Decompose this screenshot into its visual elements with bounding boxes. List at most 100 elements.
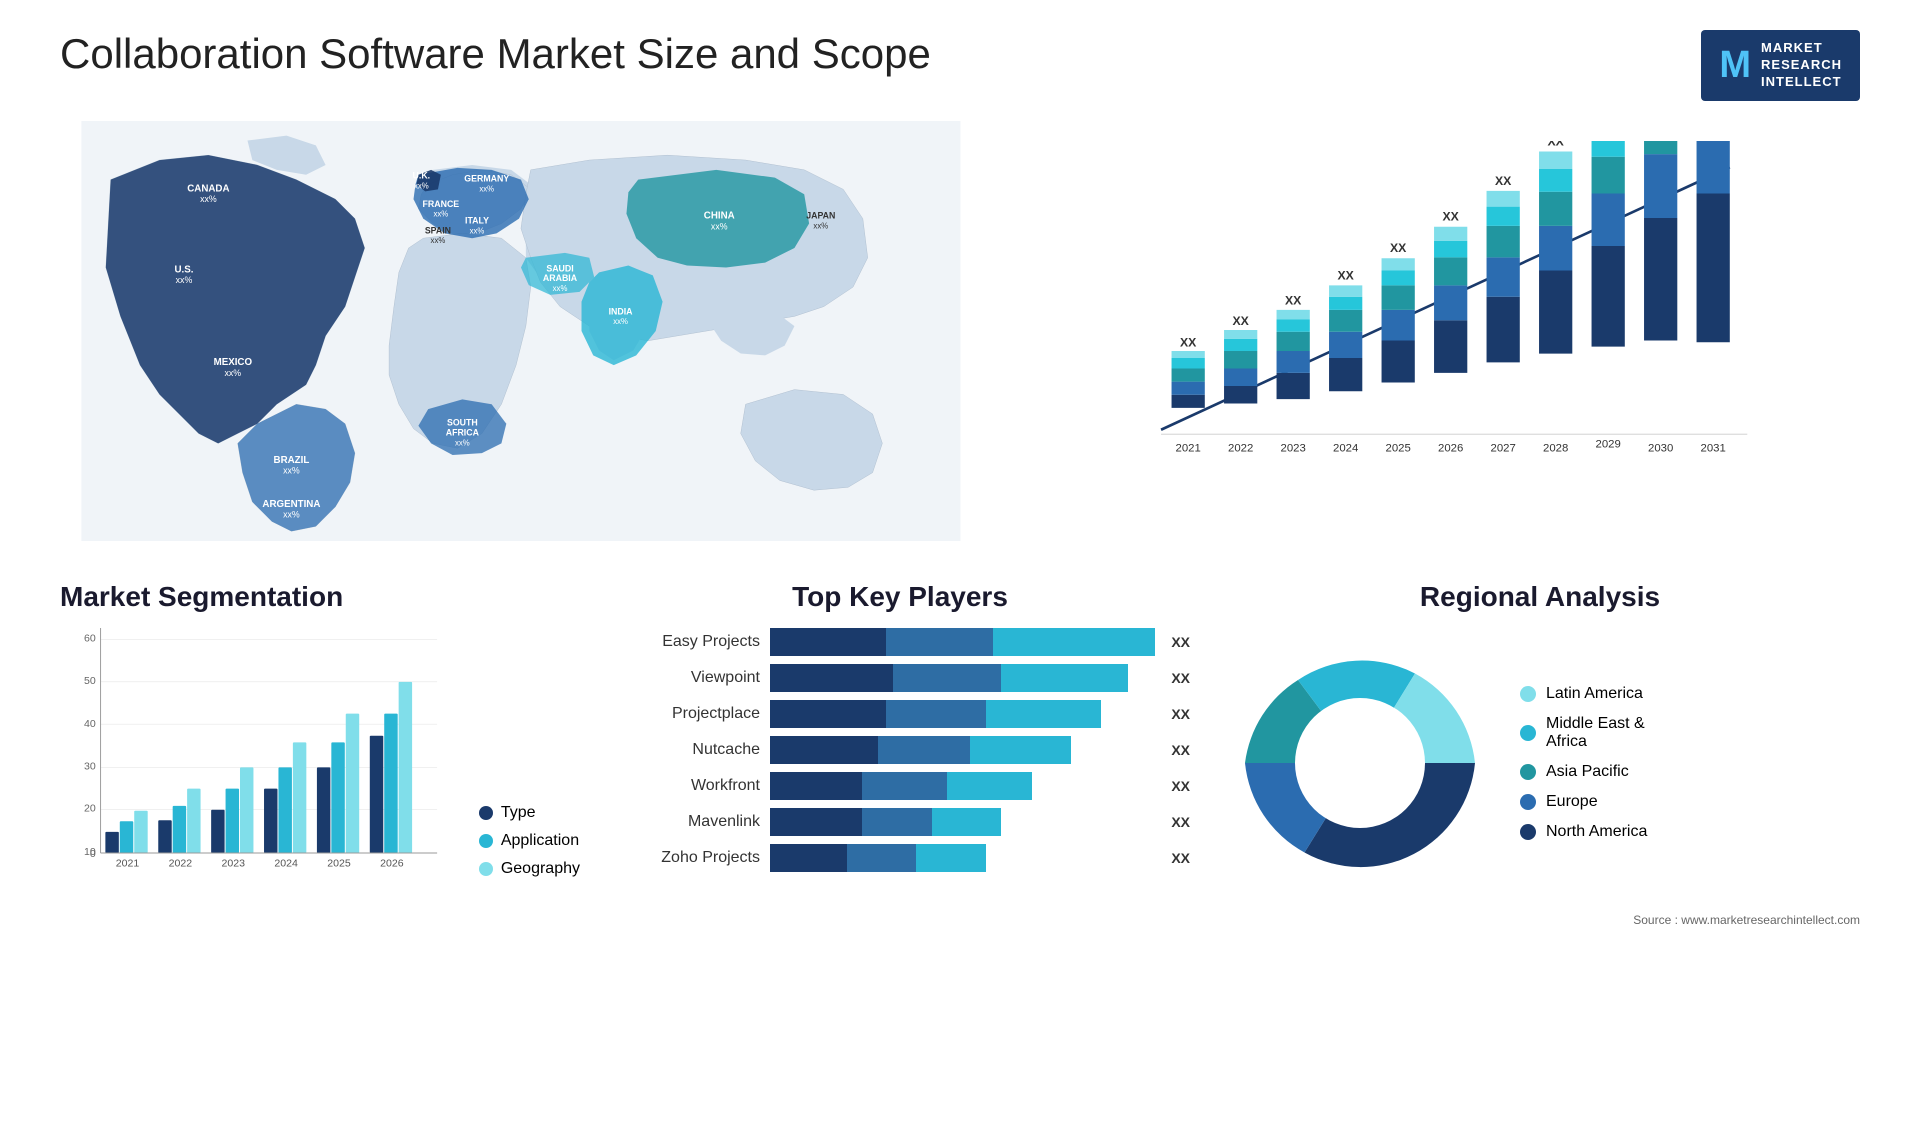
svg-text:XX: XX bbox=[1442, 209, 1459, 223]
svg-text:SOUTH: SOUTH bbox=[447, 417, 478, 427]
bar-seg3 bbox=[932, 808, 1001, 836]
legend-north-america: North America bbox=[1520, 823, 1647, 841]
regional-legend: Latin America Middle East &Africa Asia P… bbox=[1520, 685, 1647, 841]
svg-text:XX: XX bbox=[1390, 241, 1407, 255]
north-america-dot bbox=[1520, 824, 1536, 840]
bar-chart-container: XX 2021 XX 2022 bbox=[1022, 121, 1860, 541]
bar-seg2 bbox=[862, 772, 947, 800]
bar-seg1 bbox=[770, 628, 886, 656]
svg-text:BRAZIL: BRAZIL bbox=[274, 455, 310, 466]
bar-seg3 bbox=[970, 736, 1070, 764]
logo-area: M MARKET RESEARCH INTELLECT bbox=[1701, 30, 1860, 101]
svg-text:xx%: xx% bbox=[455, 438, 470, 447]
svg-text:2021: 2021 bbox=[116, 857, 140, 869]
legend-mea: Middle East &Africa bbox=[1520, 715, 1647, 751]
svg-text:xx%: xx% bbox=[553, 284, 568, 293]
legend-type-label: Type bbox=[501, 804, 536, 822]
svg-text:xx%: xx% bbox=[283, 509, 300, 519]
svg-text:xx%: xx% bbox=[225, 368, 242, 378]
bar-seg3 bbox=[916, 844, 985, 872]
top-section: CANADA xx% U.S. xx% MEXICO xx% BRAZIL xx… bbox=[60, 121, 1860, 551]
player-row: Projectplace XX bbox=[610, 700, 1190, 728]
svg-text:ARGENTINA: ARGENTINA bbox=[262, 498, 320, 509]
svg-text:FRANCE: FRANCE bbox=[423, 199, 460, 209]
svg-text:CHINA: CHINA bbox=[704, 210, 735, 221]
world-map: CANADA xx% U.S. xx% MEXICO xx% BRAZIL xx… bbox=[60, 121, 982, 541]
page-container: Collaboration Software Market Size and S… bbox=[0, 0, 1920, 1146]
svg-text:60: 60 bbox=[84, 632, 96, 644]
logo-m-icon: M bbox=[1719, 44, 1751, 87]
bar-seg2 bbox=[847, 844, 916, 872]
bar-seg3 bbox=[1001, 664, 1128, 692]
svg-text:xx%: xx% bbox=[613, 317, 628, 326]
svg-text:xx%: xx% bbox=[200, 194, 217, 204]
bar-seg2 bbox=[886, 700, 986, 728]
svg-text:2027: 2027 bbox=[1490, 442, 1515, 454]
seg-chart-container: 60 50 40 30 20 10 bbox=[60, 628, 580, 878]
svg-text:2024: 2024 bbox=[1333, 442, 1358, 454]
north-america-label: North America bbox=[1546, 823, 1647, 841]
svg-text:XX: XX bbox=[1232, 313, 1249, 327]
svg-text:ARABIA: ARABIA bbox=[543, 273, 578, 283]
player-bar-wrap bbox=[770, 844, 1155, 872]
bar-seg1 bbox=[770, 772, 862, 800]
svg-text:SPAIN: SPAIN bbox=[425, 225, 451, 235]
legend-type: Type bbox=[479, 804, 580, 822]
svg-text:XX: XX bbox=[1495, 173, 1512, 187]
donut-svg bbox=[1220, 623, 1500, 903]
svg-text:30: 30 bbox=[84, 760, 96, 772]
svg-text:2031: 2031 bbox=[1700, 442, 1725, 454]
growth-bar-chart-svg: XX 2021 XX 2022 bbox=[1042, 141, 1840, 491]
svg-text:0: 0 bbox=[90, 848, 96, 860]
svg-text:xx%: xx% bbox=[431, 236, 446, 245]
svg-text:CANADA: CANADA bbox=[187, 183, 229, 194]
application-dot bbox=[479, 834, 493, 848]
svg-text:2022: 2022 bbox=[169, 857, 193, 869]
svg-text:2021: 2021 bbox=[1175, 442, 1200, 454]
player-label: XX bbox=[1171, 706, 1190, 722]
player-label: XX bbox=[1171, 742, 1190, 758]
svg-text:GERMANY: GERMANY bbox=[464, 173, 509, 183]
svg-text:U.K.: U.K. bbox=[413, 170, 431, 180]
svg-text:AFRICA: AFRICA bbox=[446, 427, 480, 437]
legend-application: Application bbox=[479, 832, 580, 850]
player-row: Workfront XX bbox=[610, 772, 1190, 800]
seg-legend: Type Application Geography bbox=[469, 804, 580, 878]
svg-text:20: 20 bbox=[84, 802, 96, 814]
player-name: Nutcache bbox=[610, 741, 760, 759]
player-label: XX bbox=[1171, 778, 1190, 794]
svg-text:2023: 2023 bbox=[1280, 442, 1305, 454]
svg-text:2026: 2026 bbox=[380, 857, 404, 869]
asia-pacific-dot bbox=[1520, 764, 1536, 780]
player-name: Easy Projects bbox=[610, 633, 760, 651]
players-list: Easy Projects XX Viewpoint bbox=[610, 628, 1190, 872]
player-bar bbox=[770, 772, 1155, 800]
svg-text:xx%: xx% bbox=[470, 226, 485, 235]
player-label: XX bbox=[1171, 670, 1190, 686]
svg-text:xx%: xx% bbox=[283, 465, 300, 475]
latin-america-dot bbox=[1520, 686, 1536, 702]
player-bar-wrap bbox=[770, 664, 1155, 692]
player-name: Viewpoint bbox=[610, 669, 760, 687]
regional-analysis: Regional Analysis bbox=[1220, 581, 1860, 927]
latin-america-label: Latin America bbox=[1546, 685, 1643, 703]
player-name: Mavenlink bbox=[610, 813, 760, 831]
svg-text:XX: XX bbox=[1285, 293, 1302, 307]
world-map-svg: CANADA xx% U.S. xx% MEXICO xx% BRAZIL xx… bbox=[60, 121, 982, 541]
player-row: Easy Projects XX bbox=[610, 628, 1190, 656]
player-label: XX bbox=[1171, 634, 1190, 650]
player-row: Nutcache XX bbox=[610, 736, 1190, 764]
player-bar bbox=[770, 736, 1155, 764]
svg-text:2023: 2023 bbox=[222, 857, 246, 869]
svg-text:XX: XX bbox=[1547, 141, 1564, 148]
svg-text:xx%: xx% bbox=[711, 221, 728, 231]
donut-chart bbox=[1220, 623, 1500, 903]
logo-box: M MARKET RESEARCH INTELLECT bbox=[1701, 30, 1860, 101]
svg-text:U.S.: U.S. bbox=[174, 264, 193, 275]
svg-text:2028: 2028 bbox=[1543, 442, 1568, 454]
player-label: XX bbox=[1171, 814, 1190, 830]
type-dot bbox=[479, 806, 493, 820]
page-title: Collaboration Software Market Size and S… bbox=[60, 30, 931, 78]
regional-title: Regional Analysis bbox=[1220, 581, 1860, 613]
player-bar-wrap bbox=[770, 772, 1155, 800]
